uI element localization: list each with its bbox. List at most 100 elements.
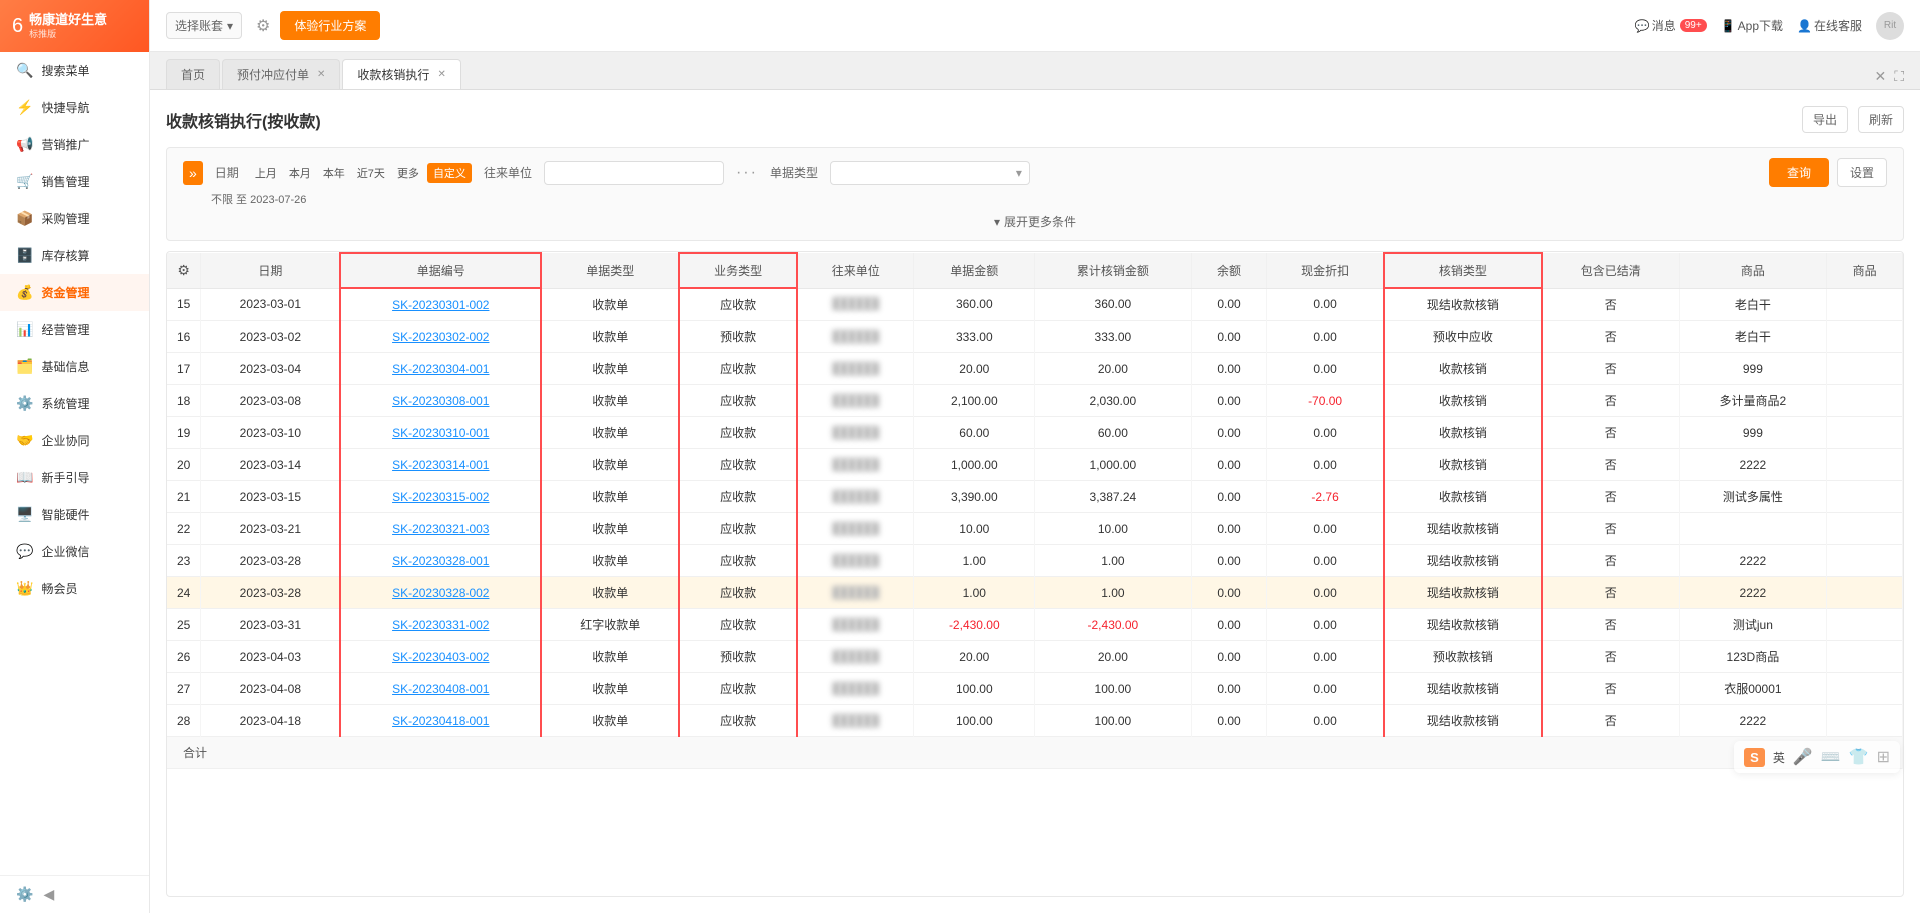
- title-actions: 导出 刷新: [1802, 106, 1904, 133]
- date-last-7days-btn[interactable]: 近7天: [353, 163, 389, 183]
- tab-close-all-icon[interactable]: ✕: [1874, 68, 1886, 85]
- table-row: 15 2023-03-01 SK-20230301-002 收款单 应收款 ██…: [167, 288, 1903, 321]
- date-custom-btn[interactable]: 自定义: [427, 163, 472, 183]
- sidebar-item-新手引导[interactable]: 📖新手引导: [0, 459, 149, 496]
- sidebar-item-系统管理[interactable]: ⚙️系统管理: [0, 385, 149, 422]
- date-more-btn[interactable]: 更多: [393, 163, 423, 183]
- user-avatar[interactable]: Rit: [1876, 12, 1904, 40]
- online-service-button[interactable]: 👤 在线客服: [1797, 17, 1862, 34]
- export-button[interactable]: 导出: [1802, 106, 1848, 133]
- date-last-month-btn[interactable]: 上月: [251, 163, 281, 183]
- sidebar-item-库存核算[interactable]: 🗄️库存核算: [0, 237, 149, 274]
- sidebar-item-基础信息[interactable]: 🗂️基础信息: [0, 348, 149, 385]
- cell-cancel-type: 收款核销: [1384, 385, 1542, 417]
- cell-bill-no[interactable]: SK-20230408-001: [340, 673, 541, 705]
- th-biz-type: 业务类型: [679, 253, 797, 288]
- cell-bill-no[interactable]: SK-20230321-003: [340, 513, 541, 545]
- column-settings-icon[interactable]: ⚙: [177, 262, 190, 278]
- account-selector[interactable]: 选择账套 ▾: [166, 12, 242, 39]
- counterpart-input[interactable]: [544, 161, 724, 185]
- cell-bill-no[interactable]: SK-20230314-001: [340, 449, 541, 481]
- cell-balance: 0.00: [1191, 385, 1267, 417]
- cell-num: 24: [167, 577, 201, 609]
- cell-bill-no[interactable]: SK-20230403-002: [340, 641, 541, 673]
- cell-bill-no[interactable]: SK-20230328-002: [340, 577, 541, 609]
- cell-bill-no[interactable]: SK-20230301-002: [340, 288, 541, 321]
- cell-include-settled: 否: [1542, 641, 1679, 673]
- sidebar-item-经营管理[interactable]: 📊经营管理: [0, 311, 149, 348]
- expand-more-btn[interactable]: ▾ 展开更多条件: [183, 213, 1887, 230]
- cell-acc-amount: 1.00: [1035, 545, 1192, 577]
- sidebar-item-营销推广[interactable]: 📢营销推广: [0, 126, 149, 163]
- tab-home[interactable]: 首页: [166, 59, 220, 89]
- cell-product2: [1827, 385, 1903, 417]
- wm-keyboard-icon[interactable]: ⌨️: [1821, 747, 1841, 767]
- sidebar-item-采购管理[interactable]: 📦采购管理: [0, 200, 149, 237]
- cell-cancel-type: 现结收款核销: [1384, 705, 1542, 737]
- sidebar-item-企业微信[interactable]: 💬企业微信: [0, 533, 149, 570]
- cell-amount: 1.00: [914, 577, 1035, 609]
- th-amount: 单据金额: [914, 253, 1035, 288]
- message-button[interactable]: 💬 消息 99+: [1635, 17, 1707, 34]
- cell-product2: [1827, 417, 1903, 449]
- date-this-year-btn[interactable]: 本年: [319, 163, 349, 183]
- sidebar-item-企业协同[interactable]: 🤝企业协同: [0, 422, 149, 459]
- sidebar-label: 销售管理: [41, 173, 89, 190]
- sidebar-item-快捷导航[interactable]: ⚡快捷导航: [0, 89, 149, 126]
- table-row: 16 2023-03-02 SK-20230302-002 收款单 预收款 ██…: [167, 321, 1903, 353]
- cell-discount: 0.00: [1267, 545, 1384, 577]
- app-badge: 标推版: [29, 27, 107, 40]
- bill-type-select[interactable]: [830, 161, 1030, 185]
- th-include-settled: 包含已结清: [1542, 253, 1679, 288]
- cell-bill-no[interactable]: SK-20230315-002: [340, 481, 541, 513]
- tab-prepay-close[interactable]: ✕: [317, 69, 325, 80]
- cell-num: 27: [167, 673, 201, 705]
- tab-collection[interactable]: 收款核销执行 ✕: [342, 59, 460, 89]
- tab-maximize-icon[interactable]: ⛶: [1894, 68, 1904, 85]
- sidebar-item-智能硬件[interactable]: 🖥️智能硬件: [0, 496, 149, 533]
- gear-icon[interactable]: ⚙: [256, 16, 270, 36]
- tab-prepay[interactable]: 预付冲应付单 ✕: [222, 59, 340, 89]
- tab-collection-close[interactable]: ✕: [437, 69, 445, 80]
- settings-icon[interactable]: ⚙️: [16, 886, 33, 903]
- collapse-icon[interactable]: ◀: [43, 886, 54, 903]
- watermark-logo: S: [1744, 748, 1765, 767]
- query-button[interactable]: 查询: [1769, 158, 1829, 187]
- wm-grid-icon[interactable]: ⊞: [1877, 747, 1890, 767]
- sidebar-item-畅会员[interactable]: 👑畅会员: [0, 570, 149, 607]
- cell-bill-no[interactable]: SK-20230308-001: [340, 385, 541, 417]
- cell-acc-amount: 20.00: [1035, 641, 1192, 673]
- cell-counterpart: ██████: [797, 481, 914, 513]
- page-content: 收款核销执行(按收款) 导出 刷新 » 日期 上月 本月 本年 近7天 更多 自…: [150, 90, 1920, 913]
- cell-product: 2222: [1679, 577, 1827, 609]
- cell-bill-no[interactable]: SK-20230328-001: [340, 545, 541, 577]
- cell-bill-no[interactable]: SK-20230302-002: [340, 321, 541, 353]
- cell-discount: 0.00: [1267, 288, 1384, 321]
- settings-button[interactable]: 设置: [1837, 158, 1887, 187]
- app-name: 畅康道好生意: [29, 12, 107, 28]
- cell-bill-no[interactable]: SK-20230310-001: [340, 417, 541, 449]
- cell-date: 2023-03-08: [201, 385, 340, 417]
- cell-cancel-type: 现结收款核销: [1384, 513, 1542, 545]
- cell-bill-no[interactable]: SK-20230304-001: [340, 353, 541, 385]
- table-row: 25 2023-03-31 SK-20230331-002 红字收款单 应收款 …: [167, 609, 1903, 641]
- refresh-button[interactable]: 刷新: [1858, 106, 1904, 133]
- sidebar-item-销售管理[interactable]: 🛒销售管理: [0, 163, 149, 200]
- app-download-button[interactable]: 📱 App下载: [1721, 17, 1783, 34]
- cell-acc-amount: 1.00: [1035, 577, 1192, 609]
- bill-type-label: 单据类型: [770, 164, 818, 181]
- wm-shirt-icon[interactable]: 👕: [1849, 747, 1869, 767]
- filter-collapse-icon[interactable]: »: [183, 161, 203, 185]
- sidebar-item-资金管理[interactable]: 💰资金管理: [0, 274, 149, 311]
- sidebar-item-搜索菜单[interactable]: 🔍搜索菜单: [0, 52, 149, 89]
- cell-bill-no[interactable]: SK-20230331-002: [340, 609, 541, 641]
- industry-solution-button[interactable]: 体验行业方案: [280, 11, 380, 40]
- cell-date: 2023-03-14: [201, 449, 340, 481]
- filter-dots: ···: [736, 164, 758, 182]
- topbar-right: 💬 消息 99+ 📱 App下载 👤 在线客服 Rit: [1635, 12, 1904, 40]
- cell-discount: 0.00: [1267, 449, 1384, 481]
- date-this-month-btn[interactable]: 本月: [285, 163, 315, 183]
- logo-icon: 6: [12, 15, 23, 38]
- wm-mic-icon[interactable]: 🎤: [1793, 747, 1813, 767]
- cell-bill-no[interactable]: SK-20230418-001: [340, 705, 541, 737]
